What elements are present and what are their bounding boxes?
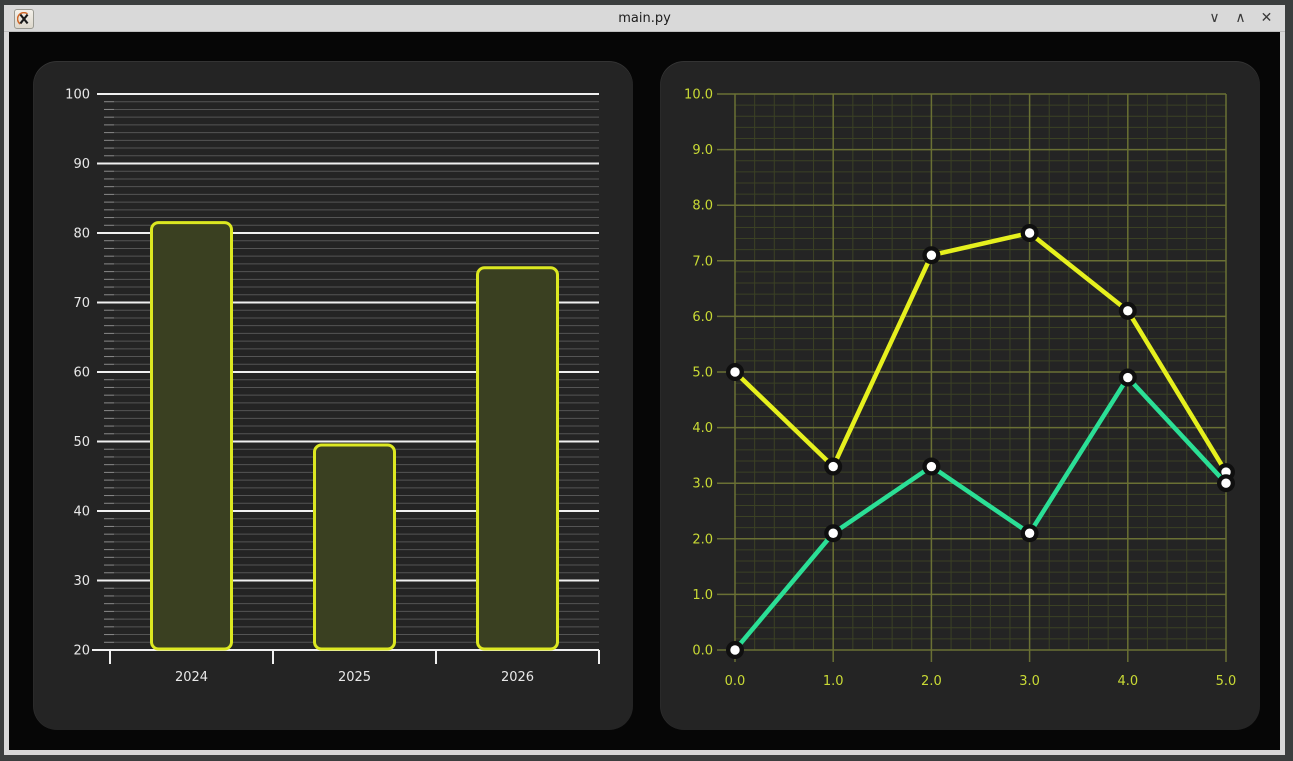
svg-text:5.0: 5.0 bbox=[692, 366, 713, 381]
bar-chart: 20 30 40 50 60 70 80 90 100 2024 2025 2026 bbox=[65, 88, 600, 685]
svg-text:30: 30 bbox=[73, 574, 90, 589]
svg-text:80: 80 bbox=[73, 227, 90, 242]
bar-chart-panel: 20 30 40 50 60 70 80 90 100 2024 2025 2026 bbox=[33, 61, 633, 730]
svg-text:1.0: 1.0 bbox=[692, 588, 713, 603]
svg-text:3.0: 3.0 bbox=[692, 477, 713, 492]
maximize-button[interactable]: ∧ bbox=[1232, 5, 1249, 31]
svg-text:7.0: 7.0 bbox=[692, 254, 713, 269]
line-chart: 0.0 1.0 2.0 3.0 4.0 5.0 6.0 7.0 8.0 9.0 10.0 0.0 1.0… bbox=[684, 88, 1237, 690]
app-content: 20 30 40 50 60 70 80 90 100 2024 2025 2026 0.0 1.0 2.… bbox=[9, 32, 1280, 750]
svg-text:4.0: 4.0 bbox=[692, 421, 713, 436]
svg-text:90: 90 bbox=[73, 157, 90, 172]
svg-text:70: 70 bbox=[73, 296, 90, 311]
window-title: main.py bbox=[618, 10, 671, 26]
svg-text:2.0: 2.0 bbox=[921, 674, 942, 689]
svg-text:4.0: 4.0 bbox=[1117, 674, 1138, 689]
svg-text:10.0: 10.0 bbox=[684, 88, 713, 103]
titlebar[interactable]: main.py ∨ ∧ ✕ bbox=[4, 5, 1285, 32]
svg-text:100: 100 bbox=[65, 88, 90, 103]
svg-text:2026: 2026 bbox=[501, 670, 534, 685]
line-chart-panel: 0.0 1.0 2.0 3.0 4.0 5.0 6.0 7.0 8.0 9.0 10.0 0.0 1.0… bbox=[660, 61, 1260, 730]
svg-text:9.0: 9.0 bbox=[692, 143, 713, 158]
svg-text:2024: 2024 bbox=[175, 670, 208, 685]
close-button[interactable]: ✕ bbox=[1258, 5, 1275, 31]
minimize-button[interactable]: ∨ bbox=[1206, 5, 1223, 31]
svg-text:8.0: 8.0 bbox=[692, 199, 713, 214]
svg-text:3.0: 3.0 bbox=[1019, 674, 1040, 689]
svg-text:2.0: 2.0 bbox=[692, 532, 713, 547]
window-controls: ∨ ∧ ✕ bbox=[1206, 5, 1275, 31]
svg-text:50: 50 bbox=[73, 435, 90, 450]
svg-text:60: 60 bbox=[73, 366, 90, 381]
svg-text:0.0: 0.0 bbox=[725, 674, 746, 689]
svg-text:40: 40 bbox=[73, 505, 90, 520]
svg-text:5.0: 5.0 bbox=[1216, 674, 1237, 689]
svg-text:0.0: 0.0 bbox=[692, 644, 713, 659]
window-frame: main.py ∨ ∧ ✕ 20 30 40 50 60 70 80 90 100 2024 202… bbox=[4, 5, 1285, 755]
svg-text:2025: 2025 bbox=[338, 670, 371, 685]
svg-text:1.0: 1.0 bbox=[823, 674, 844, 689]
svg-text:6.0: 6.0 bbox=[692, 310, 713, 325]
svg-text:20: 20 bbox=[73, 644, 90, 659]
